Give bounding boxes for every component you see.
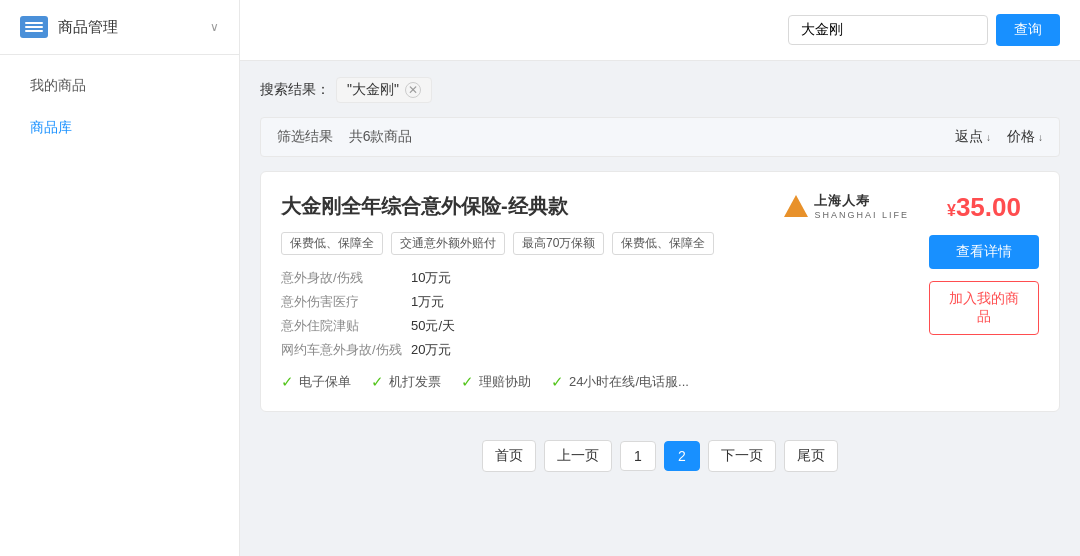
detail-label: 意外伤害医疗 [281,293,411,311]
chevron-down-icon: ∨ [210,20,219,34]
logo-triangle-icon [784,195,808,217]
sidebar-title: 商品管理 [58,18,118,37]
logo-sub-text: SHANGHAI LIFE [814,210,909,220]
feature-item: ✓ 24小时在线/电话服... [551,373,689,391]
filter-label: 筛选结果 [277,128,333,144]
detail-value: 1万元 [411,293,444,311]
search-result-prefix: 搜索结果： [260,81,330,99]
search-tag-close-button[interactable]: ✕ [405,82,421,98]
price-value: 35.00 [956,192,1021,222]
search-tag: "大金刚" ✕ [336,77,432,103]
sort-by-price[interactable]: 价格 ↓ [1007,128,1043,146]
check-icon: ✓ [551,373,564,391]
add-to-my-products-button[interactable]: 加入我的商品 [929,281,1039,335]
page-number-1[interactable]: 1 [620,441,656,471]
search-result-bar: 搜索结果： "大金刚" ✕ [260,77,1060,103]
detail-row: 网约车意外身故/伤残 20万元 [281,341,909,359]
view-detail-button[interactable]: 查看详情 [929,235,1039,269]
page-next-button[interactable]: 下一页 [708,440,776,472]
logo-text: 上海人寿 SHANGHAI LIFE [814,192,909,220]
sidebar-header-left: 商品管理 [20,16,118,38]
feature-label: 电子保单 [299,373,351,391]
detail-row: 意外伤害医疗 1万元 [281,293,909,311]
sort-price-arrow: ↓ [1038,132,1043,143]
product-logo: 上海人寿 SHANGHAI LIFE [784,192,909,220]
detail-label: 意外身故/伤残 [281,269,411,287]
filter-count: 共6款商品 [349,128,413,144]
logo-main-text: 上海人寿 [814,192,870,210]
pagination: 首页 上一页 1 2 下一页 尾页 [260,426,1060,486]
search-input[interactable] [788,15,988,45]
product-details: 意外身故/伤残 10万元 意外伤害医疗 1万元 意外住院津贴 50元/天 网 [281,269,909,359]
sidebar: 商品管理 ∨ 我的商品 商品库 [0,0,240,556]
product-price: ¥35.00 [947,192,1021,223]
svg-rect-0 [25,22,43,24]
svg-rect-2 [25,30,43,32]
feature-label: 24小时在线/电话服... [569,373,689,391]
tag-item: 最高70万保额 [513,232,604,255]
check-icon: ✓ [461,373,474,391]
search-keyword: "大金刚" [347,81,399,99]
sort-price-label: 价格 [1007,128,1035,146]
filter-left: 筛选结果 共6款商品 [277,128,416,146]
sort-by-rebate[interactable]: 返点 ↓ [955,128,991,146]
sidebar-header[interactable]: 商品管理 ∨ [0,0,239,55]
content-area: 搜索结果： "大金刚" ✕ 筛选结果 共6款商品 返点 ↓ [240,61,1080,556]
svg-rect-1 [25,26,43,28]
filter-bar: 筛选结果 共6款商品 返点 ↓ 价格 ↓ [260,117,1060,157]
product-tags: 保费低、保障全 交通意外额外赔付 最高70万保额 保费低、保障全 [281,232,909,255]
detail-value: 50元/天 [411,317,455,335]
main-area: 查询 搜索结果： "大金刚" ✕ 筛选结果 共6款商品 [240,0,1080,556]
sidebar-item-product-library[interactable]: 商品库 [0,107,239,149]
search-button[interactable]: 查询 [996,14,1060,46]
feature-item: ✓ 电子保单 [281,373,351,391]
sort-rebate-label: 返点 [955,128,983,146]
product-title: 大金刚全年综合意外保险-经典款 [281,193,568,220]
check-icon: ✓ [371,373,384,391]
detail-row: 意外住院津贴 50元/天 [281,317,909,335]
product-actions: ¥35.00 查看详情 加入我的商品 [909,192,1039,335]
tag-item: 保费低、保障全 [281,232,383,255]
detail-row: 意外身故/伤残 10万元 [281,269,909,287]
sidebar-nav: 我的商品 商品库 [0,55,239,159]
filter-right: 返点 ↓ 价格 ↓ [955,128,1043,146]
detail-label: 网约车意外身故/伤残 [281,341,411,359]
detail-value: 20万元 [411,341,451,359]
check-icon: ✓ [281,373,294,391]
page-last-button[interactable]: 尾页 [784,440,838,472]
product-header: 大金刚全年综合意外保险-经典款 上海人寿 SHANGHAI LIFE [281,192,909,220]
product-info: 大金刚全年综合意外保险-经典款 上海人寿 SHANGHAI LIFE [281,192,909,391]
page-number-2[interactable]: 2 [664,441,700,471]
product-features: ✓ 电子保单 ✓ 机打发票 ✓ 理赔协助 ✓ 2 [281,373,909,391]
search-box: 查询 [788,14,1060,46]
tag-item: 交通意外额外赔付 [391,232,505,255]
page-first-button[interactable]: 首页 [482,440,536,472]
price-symbol: ¥ [947,202,956,219]
detail-label: 意外住院津贴 [281,317,411,335]
product-card: 大金刚全年综合意外保险-经典款 上海人寿 SHANGHAI LIFE [260,171,1060,412]
feature-item: ✓ 理赔协助 [461,373,531,391]
feature-label: 机打发票 [389,373,441,391]
feature-label: 理赔协助 [479,373,531,391]
sidebar-item-my-products[interactable]: 我的商品 [0,65,239,107]
tag-item: 保费低、保障全 [612,232,714,255]
topbar: 查询 [240,0,1080,61]
shop-icon [20,16,48,38]
page-prev-button[interactable]: 上一页 [544,440,612,472]
feature-item: ✓ 机打发票 [371,373,441,391]
sort-rebate-arrow: ↓ [986,132,991,143]
detail-value: 10万元 [411,269,451,287]
